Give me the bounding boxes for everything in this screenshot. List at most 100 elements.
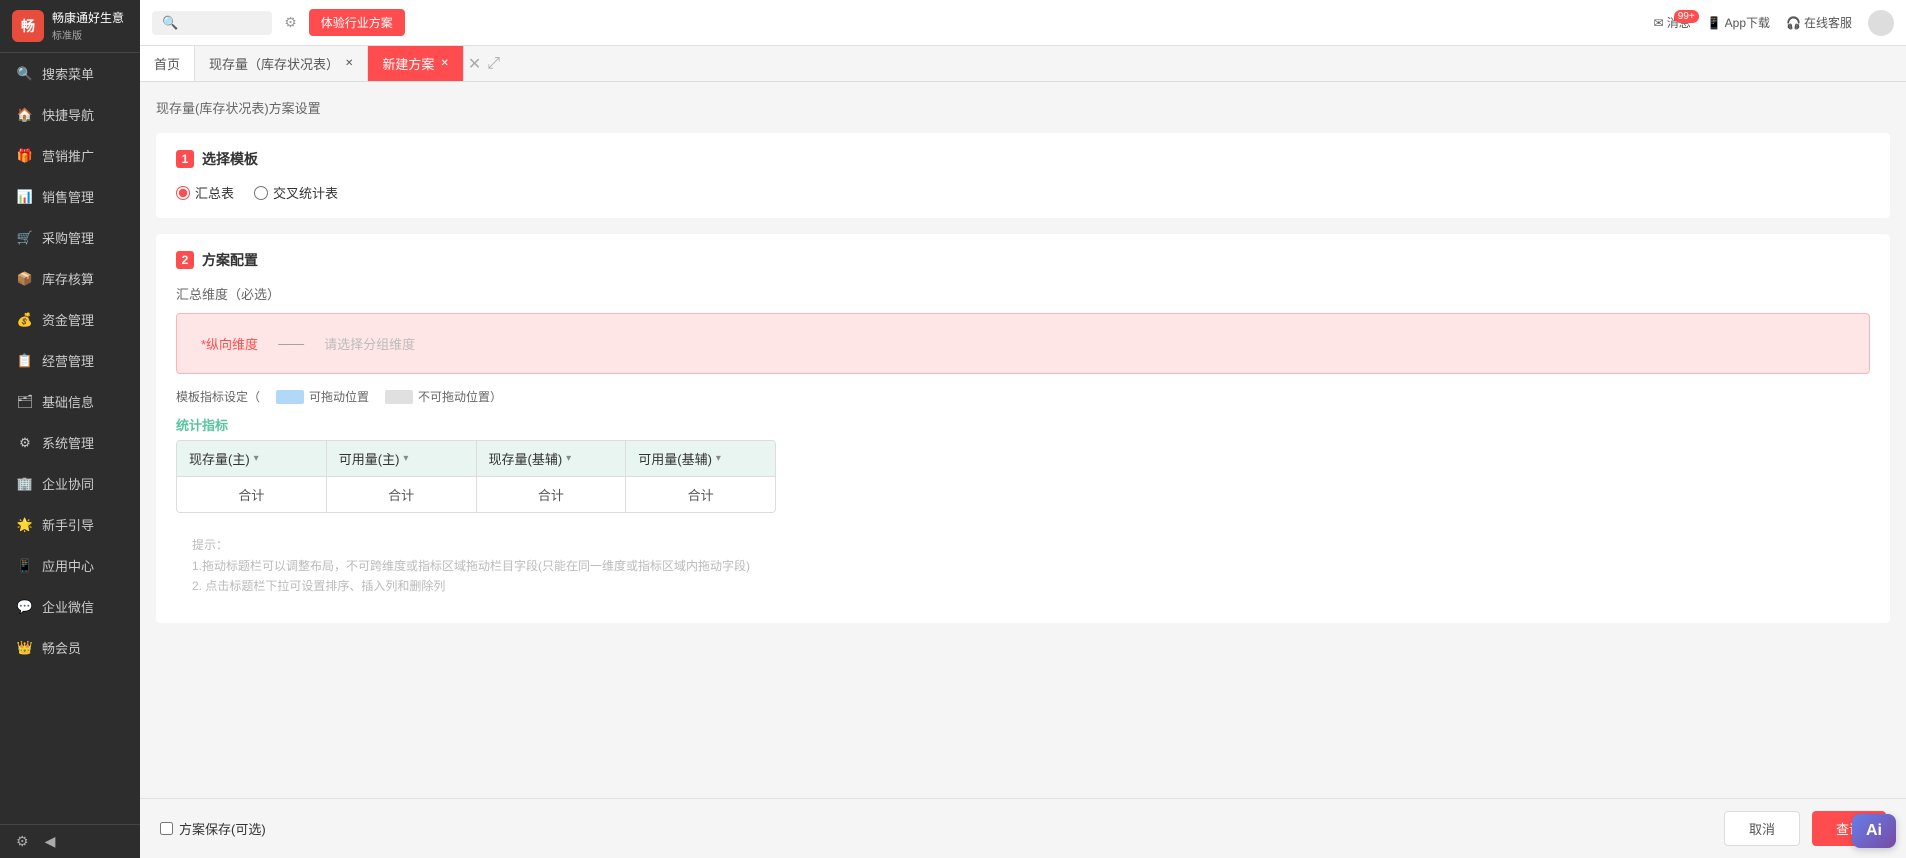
quick-nav-label: 快捷导航: [42, 105, 94, 124]
stats-col-chevron-3[interactable]: ▾: [716, 453, 721, 464]
search-menu-icon: 🔍: [16, 65, 34, 83]
collapse-icon[interactable]: ◀: [45, 833, 56, 850]
brand-info: 畅康通好生意 标准版: [52, 10, 124, 42]
sidebar-item-basic-info[interactable]: 🗂 基础信息: [0, 381, 140, 422]
finance-icon: 💰: [16, 311, 34, 329]
radio-summary-input[interactable]: [176, 186, 190, 200]
stats-table-header: 现存量(主)▾可用量(主)▾现存量(基辅)▾可用量(基辅)▾: [177, 441, 775, 476]
operations-icon: 📋: [16, 352, 34, 370]
indicator-legend: 模板指标设定（ 可拖动位置 不可拖动位置）: [176, 388, 1870, 405]
sidebar-item-marketing[interactable]: 🎁 营销推广: [0, 135, 140, 176]
topbar-search-box[interactable]: 🔍: [152, 11, 272, 35]
tab-bar: 首页 现存量（库存状况表） ✕ 新建方案 ✕ ✕ ⤢: [140, 46, 1906, 82]
topbar: 🔍 ⚙ 体验行业方案 ✉ 消息 99+ 📱 App下载 🎧 在线客服: [140, 0, 1906, 46]
industry-plan-button[interactable]: 体验行业方案: [309, 9, 405, 36]
stats-cell-1: 合计: [327, 477, 477, 512]
topbar-search-input[interactable]: [182, 16, 262, 30]
sidebar: 畅 畅康通好生意 标准版 🔍搜索菜单🏠快捷导航🎁营销推广📊销售管理🛒采购管理📦库…: [0, 0, 140, 858]
sidebar-item-search-menu[interactable]: 🔍 搜索菜单: [0, 53, 140, 94]
wechat-label: 企业微信: [42, 597, 94, 616]
step2-badge: 2: [176, 251, 194, 269]
guide-icon: 🌟: [16, 516, 34, 534]
quick-nav-icon: 🏠: [16, 106, 34, 124]
stats-cell-3: 合计: [626, 477, 775, 512]
topbar-gear-icon[interactable]: ⚙: [280, 10, 301, 35]
radio-summary-label: 汇总表: [195, 183, 234, 202]
save-option[interactable]: 方案保存(可选): [160, 819, 266, 838]
tab-new-scheme[interactable]: 新建方案 ✕: [368, 46, 463, 81]
wechat-icon: 💬: [16, 598, 34, 616]
basic-info-icon: 🗂: [16, 393, 34, 411]
cancel-button[interactable]: 取消: [1724, 811, 1800, 846]
purchase-label: 采购管理: [42, 228, 94, 247]
topbar-search-icon: 🔍: [162, 15, 178, 31]
tips-box: 提示： 1.拖动标题栏可以调整布局，不可跨维度或指标区域拖动栏目字段(只能在同一…: [176, 526, 1870, 607]
save-option-label: 方案保存(可选): [179, 819, 266, 838]
inventory-icon: 📦: [16, 270, 34, 288]
sidebar-item-operations[interactable]: 📋经营管理: [0, 340, 140, 381]
radio-cross-input[interactable]: [254, 186, 268, 200]
guide-label: 新手引导: [42, 515, 94, 534]
page-title: 现存量(库存状况表)方案设置: [156, 98, 1890, 117]
marketing-icon: 🎁: [16, 147, 34, 165]
headset-icon: 🎧: [1786, 16, 1801, 30]
purchase-icon: 🛒: [16, 229, 34, 247]
stats-col-chevron-2[interactable]: ▾: [566, 453, 571, 464]
tab-home[interactable]: 首页: [140, 46, 195, 81]
expand-panel-icon[interactable]: ⤢: [487, 55, 500, 73]
legend-fixed-box: [385, 390, 413, 404]
sidebar-nav: 🔍 搜索菜单 🏠 快捷导航 🎁 营销推广 📊销售管理 🛒 采购管理 📦 库存核算 💰资金管理📋经营管理…: [0, 53, 140, 824]
stats-col-chevron-1[interactable]: ▾: [403, 453, 408, 464]
ai-badge[interactable]: Ai: [1852, 814, 1896, 848]
sidebar-item-sales[interactable]: 📊销售管理: [0, 176, 140, 217]
sidebar-item-quick-nav[interactable]: 🏠 快捷导航: [0, 94, 140, 135]
radio-cross-label: 交叉统计表: [273, 183, 338, 202]
stats-cell-2: 合计: [477, 477, 627, 512]
brand-name: 畅康通好生意: [52, 10, 124, 27]
tab-inventory-label: 现存量（库存状况表）: [209, 54, 339, 73]
save-checkbox[interactable]: [160, 822, 173, 835]
inventory-label: 库存核算: [42, 269, 94, 288]
sidebar-item-guide[interactable]: 🌟 新手引导: [0, 504, 140, 545]
sidebar-item-enterprise[interactable]: 🏢企业协同: [0, 463, 140, 504]
basic-info-label: 基础信息: [42, 392, 94, 411]
step1-title: 选择模板: [202, 149, 258, 169]
sidebar-item-app-center[interactable]: 📱应用中心: [0, 545, 140, 586]
member-label: 畅会员: [42, 638, 81, 657]
tab-new-scheme-close-icon[interactable]: ✕: [440, 58, 448, 69]
legend-draggable-label: 可拖动位置: [309, 388, 369, 405]
tab-inventory-close-icon[interactable]: ✕: [345, 58, 353, 69]
dimension-box[interactable]: *纵向维度 —— 请选择分组维度: [176, 313, 1870, 374]
stats-col-3[interactable]: 可用量(基辅)▾: [626, 441, 775, 476]
stats-col-chevron-0[interactable]: ▾: [254, 453, 259, 464]
dimension-required-label: 汇总维度（必选）: [176, 284, 1870, 303]
user-avatar[interactable]: [1868, 10, 1894, 36]
stats-title: 统计指标: [176, 415, 1870, 434]
app-download-button[interactable]: 📱 App下载: [1707, 14, 1770, 31]
close-panel-icon[interactable]: ✕: [468, 54, 481, 74]
sidebar-item-member[interactable]: 👑畅会员: [0, 627, 140, 668]
stats-col-label-1: 可用量(主): [339, 449, 400, 468]
stats-col-2[interactable]: 现存量(基辅)▾: [477, 441, 627, 476]
message-badge: 99+: [1674, 10, 1699, 23]
dimension-placeholder[interactable]: 请选择分组维度: [324, 334, 415, 353]
sidebar-item-inventory[interactable]: 📦 库存核算: [0, 258, 140, 299]
radio-summary[interactable]: 汇总表: [176, 183, 234, 202]
sidebar-item-wechat[interactable]: 💬 企业微信: [0, 586, 140, 627]
sidebar-item-system[interactable]: ⚙系统管理: [0, 422, 140, 463]
message-button[interactable]: ✉ 消息 99+: [1654, 14, 1691, 31]
indicator-legend-title: 模板指标设定（: [176, 388, 260, 405]
stats-col-label-0: 现存量(主): [189, 449, 250, 468]
tab-inventory-status[interactable]: 现存量（库存状况表） ✕: [195, 46, 368, 81]
template-radio-group: 汇总表 交叉统计表: [176, 183, 1870, 202]
online-service-button[interactable]: 🎧 在线客服: [1786, 14, 1852, 31]
sidebar-item-purchase[interactable]: 🛒 采购管理: [0, 217, 140, 258]
search-menu-label: 搜索菜单: [42, 64, 94, 83]
sales-icon: 📊: [16, 188, 34, 206]
marketing-label: 营销推广: [42, 146, 94, 165]
stats-col-0[interactable]: 现存量(主) ▾: [177, 441, 327, 476]
stats-col-1[interactable]: 可用量(主)▾: [327, 441, 477, 476]
sidebar-item-finance[interactable]: 💰资金管理: [0, 299, 140, 340]
settings-icon[interactable]: ⚙: [16, 833, 29, 850]
radio-cross[interactable]: 交叉统计表: [254, 183, 338, 202]
